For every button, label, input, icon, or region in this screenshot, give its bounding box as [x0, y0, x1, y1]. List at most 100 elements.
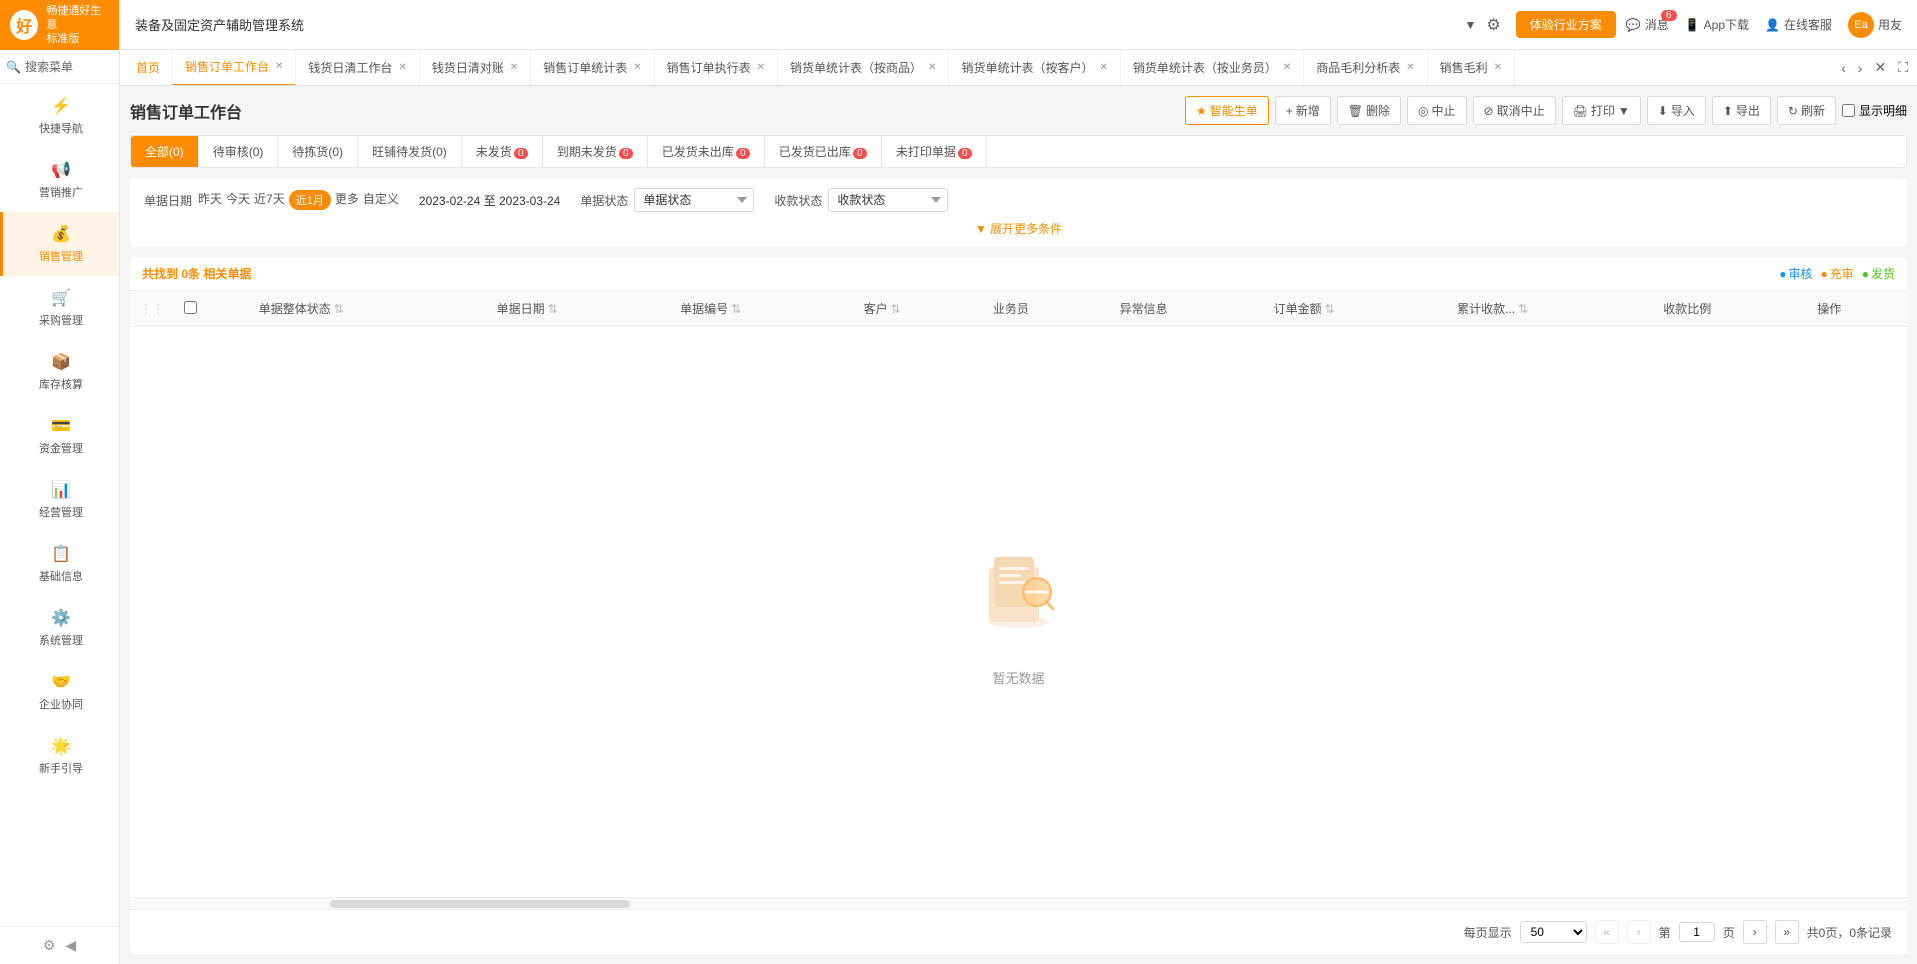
sidebar-item-basic[interactable]: 📋基础信息 [0, 532, 119, 596]
horizontal-scrollbar[interactable] [130, 897, 1907, 909]
online-service-button[interactable]: 👤 在线客服 [1765, 16, 1832, 33]
last7days-option[interactable]: 近7天 [254, 190, 285, 210]
sidebar-item-purchase[interactable]: 🛒采购管理 [0, 276, 119, 340]
filter-tab-wangpu-pending[interactable]: 旺铺待发货(0) [358, 136, 462, 167]
smart-order-button[interactable]: ★ 智能生单 [1185, 96, 1269, 125]
tab-sales-workbench[interactable]: 销售订单工作台✕ [173, 50, 296, 86]
tab-goods-stats-product[interactable]: 销货单统计表（按商品） ✕ [778, 50, 949, 86]
filter-tab-not-shipped[interactable]: 未发货0 [462, 136, 543, 167]
cancel-audit-button[interactable]: ● 充审 [1820, 265, 1853, 282]
more-date-option[interactable]: 更多 [335, 190, 359, 210]
ship-button[interactable]: ● 发货 [1862, 265, 1895, 282]
payment-select[interactable]: 收款状态 [828, 188, 948, 212]
solution-button[interactable]: 体验行业方案 [1516, 11, 1616, 38]
sort-customer-icon[interactable]: ⇅ [891, 302, 901, 316]
tab-next-button[interactable]: › [1853, 58, 1868, 78]
show-details-checkbox-label[interactable]: 显示明细 [1842, 102, 1907, 119]
delete-button[interactable]: 🗑 删除 [1337, 96, 1401, 125]
per-page-select[interactable]: 50 10 20 100 [1520, 921, 1587, 943]
filter-tab-overdue-not-shipped[interactable]: 到期未发货0 [543, 136, 648, 167]
status-select[interactable]: 单据状态 [634, 188, 754, 212]
tab-sales-stats[interactable]: 销售订单统计表✕ [531, 50, 654, 86]
tab-close-icon[interactable]: ✕ [1406, 62, 1414, 73]
settings-icon[interactable]: ⚙ [43, 937, 56, 954]
topbar-right: 💬 消息 6 📱 App下载 👤 在线客服 Ea 用友 [1626, 12, 1902, 38]
filter-tab-pending-pickup[interactable]: 待拣货(0) [278, 136, 358, 167]
sidebar-item-sales[interactable]: 💰销售管理 [0, 212, 119, 276]
filter-tab-shipped-out[interactable]: 已发货已出库0 [765, 136, 882, 167]
tab-close-icon[interactable]: ✕ [928, 62, 936, 73]
tab-close-icon[interactable]: ✕ [398, 62, 406, 73]
today-option[interactable]: 今天 [226, 190, 250, 210]
tab-sales-profit[interactable]: 销售毛利✕ [1428, 50, 1515, 86]
print-button[interactable]: 🖨 打印 ▼ [1562, 96, 1641, 125]
topbar-gear-icon[interactable]: ⚙ [1486, 15, 1500, 35]
sidebar-item-marketing[interactable]: 📢营销推广 [0, 148, 119, 212]
tab-close-icon[interactable]: ✕ [1283, 62, 1291, 73]
tab-sales-exec[interactable]: 销售订单执行表 ✕ [655, 50, 778, 86]
app-download-button[interactable]: 📱 App下载 [1685, 16, 1749, 33]
tab-prev-button[interactable]: ‹ [1836, 58, 1851, 78]
first-page-button[interactable]: « [1595, 920, 1619, 944]
prev-page-button[interactable]: ‹ [1627, 920, 1651, 944]
tab-label: 首页 [136, 59, 160, 76]
tab-close-icon[interactable]: ✕ [510, 62, 518, 73]
search-menu-button[interactable]: 🔍 搜索菜单 [0, 50, 119, 84]
audit-button[interactable]: ● 审核 [1779, 265, 1812, 282]
tab-cash-daily[interactable]: 钱货日清工作台✕ [296, 50, 419, 86]
refresh-button[interactable]: ↻ 刷新 [1777, 96, 1836, 125]
new-button[interactable]: + 新增 [1275, 96, 1331, 125]
sort-collected-icon[interactable]: ⇅ [1518, 302, 1528, 316]
sort-date-icon[interactable]: ⇅ [548, 302, 558, 316]
tab-close-icon[interactable]: ✕ [1494, 62, 1502, 73]
sidebar-item-system[interactable]: ⚙️系统管理 [0, 596, 119, 660]
tab-close-icon[interactable]: ✕ [757, 62, 765, 73]
tab-close-icon[interactable]: ✕ [1099, 62, 1107, 73]
message-button[interactable]: 💬 消息 6 [1626, 16, 1669, 33]
collapse-icon[interactable]: ◀ [65, 937, 76, 954]
tab-goods-stats-customer[interactable]: 销货单统计表（按客户）✕ [949, 50, 1120, 86]
filter-tab-pending-audit[interactable]: 待审核(0) [199, 136, 279, 167]
export-button[interactable]: ⬆ 导出 [1712, 96, 1771, 125]
sort-amount-icon[interactable]: ⇅ [1325, 302, 1335, 316]
th-checkbox-all[interactable] [174, 291, 249, 327]
tab-cash-reconcile[interactable]: 钱货日清对账✕ [420, 50, 531, 86]
tab-goods-stats-staff[interactable]: 销货单统计表（按业务员）✕ [1121, 50, 1304, 86]
sort-status-icon[interactable]: ⇅ [334, 302, 344, 316]
sort-number-icon[interactable]: ⇅ [731, 302, 741, 316]
custom-date-option[interactable]: 自定义 [363, 190, 399, 210]
filter-tab-all[interactable]: 全部(0) [131, 136, 199, 167]
tab-maximize-button[interactable]: ⛶ [1893, 57, 1913, 78]
expand-conditions-button[interactable]: ▼ 展开更多条件 [975, 220, 1062, 237]
scrollbar-thumb[interactable] [330, 900, 630, 908]
last-page-button[interactable]: » [1775, 920, 1799, 944]
filter-tab-not-printed[interactable]: 未打印单据0 [882, 136, 987, 167]
import-button[interactable]: ⬇ 导入 [1647, 96, 1706, 125]
tab-close-icon[interactable]: ✕ [275, 61, 283, 72]
cancel-stop-button[interactable]: ⊘ 取消中止 [1473, 96, 1556, 125]
operations-icon: 📊 [51, 480, 71, 500]
sidebar-item-enterprise[interactable]: 🤝企业协同 [0, 660, 119, 724]
sidebar-item-label: 经营管理 [39, 504, 83, 520]
sidebar-item-inventory[interactable]: 📦库存核算 [0, 340, 119, 404]
system-dropdown[interactable]: ▼ [1464, 18, 1476, 32]
tab-gross-profit[interactable]: 商品毛利分析表✕ [1304, 50, 1427, 86]
sidebar-item-finance[interactable]: 💳资金管理 [0, 404, 119, 468]
sidebar-item-guide[interactable]: 🌟新手引导 [0, 724, 119, 788]
filter-tab-shipped-not-out[interactable]: 已发货未出库0 [648, 136, 765, 167]
show-details-checkbox[interactable] [1842, 104, 1855, 117]
tab-close-all-button[interactable]: ✕ [1869, 57, 1891, 78]
tab-close-icon[interactable]: ✕ [633, 62, 641, 73]
tab-label: 销货单统计表（按商品） [790, 59, 922, 76]
stop-button[interactable]: ◎ 中止 [1407, 96, 1467, 125]
select-all-checkbox[interactable] [184, 301, 197, 314]
yesterday-option[interactable]: 昨天 [198, 190, 222, 210]
next-page-button[interactable]: › [1743, 920, 1767, 944]
sidebar-item-quick-nav[interactable]: ⚡快捷导航 [0, 84, 119, 148]
sidebar-item-operations[interactable]: 📊 经营管理 [0, 468, 119, 532]
tab-home[interactable]: 首页 [124, 50, 173, 86]
user-menu[interactable]: Ea 用友 [1848, 12, 1902, 38]
page-input[interactable] [1679, 922, 1715, 942]
tab-label: 销售订单执行表 [667, 59, 751, 76]
last-month-option[interactable]: 近1月 [289, 190, 331, 210]
